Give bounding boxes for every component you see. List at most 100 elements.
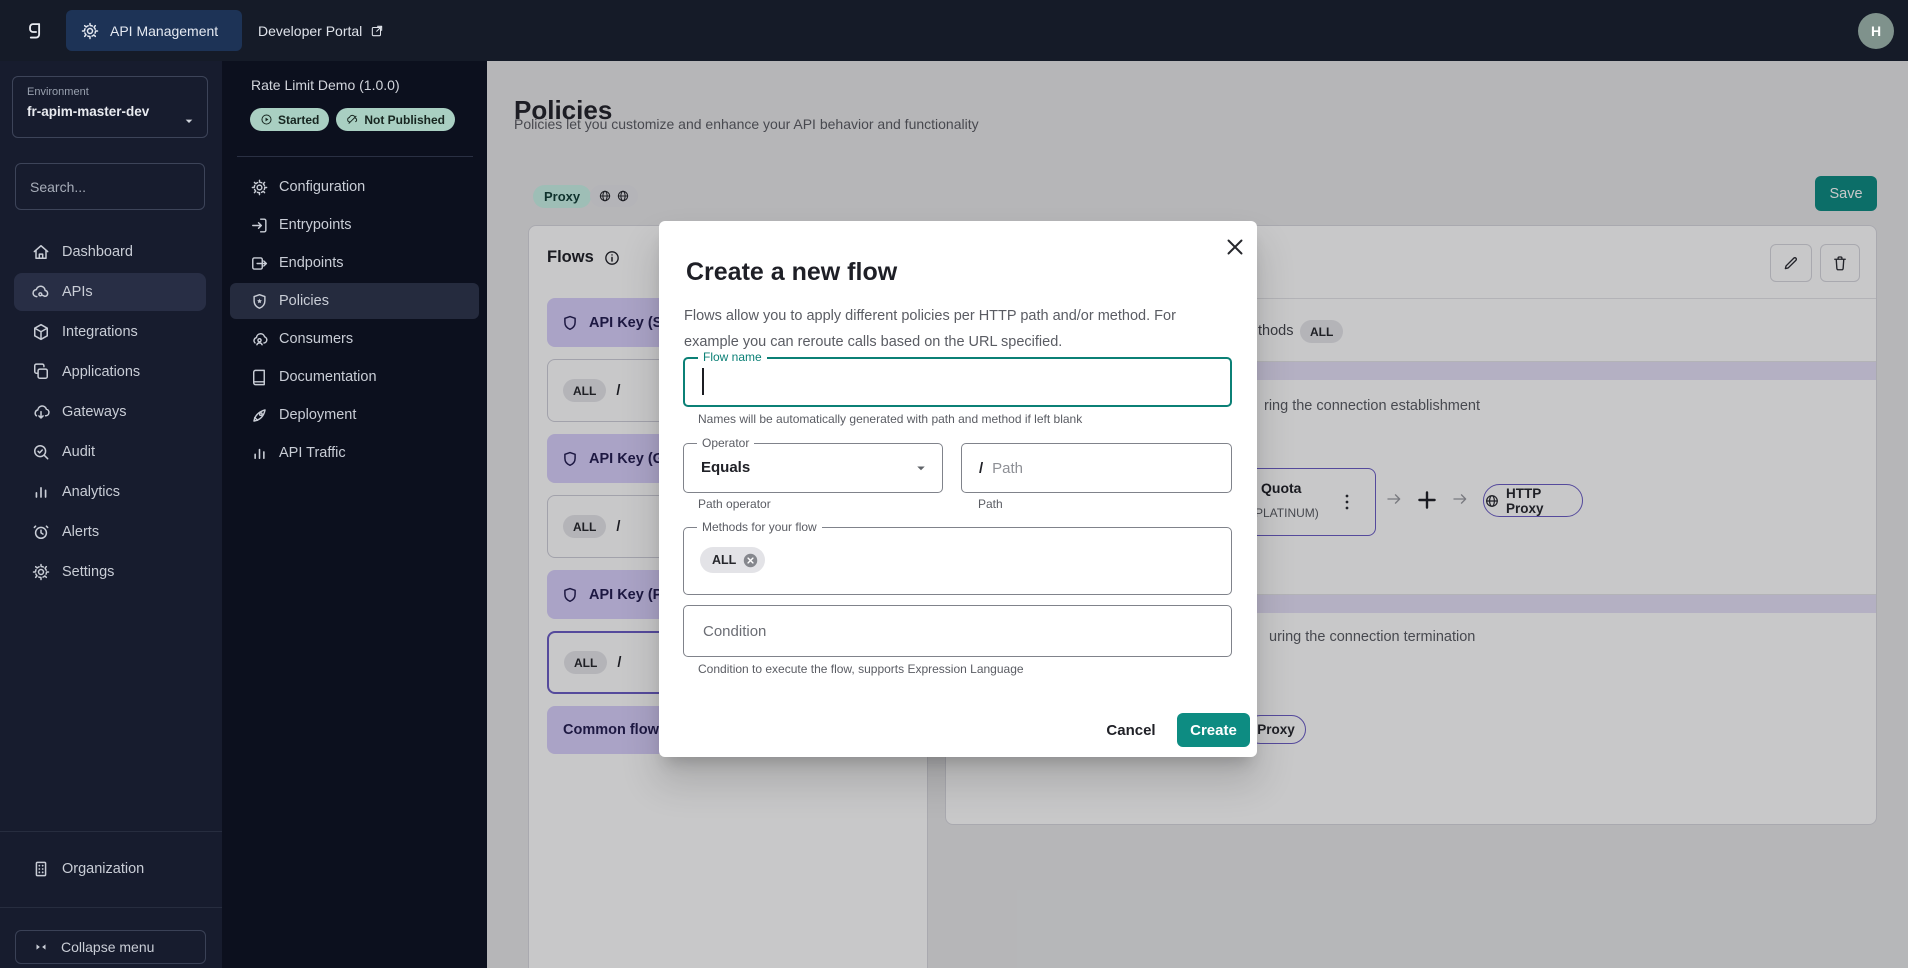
nav-label: Settings <box>62 564 114 580</box>
sb-item-analytics[interactable]: Analytics <box>0 472 222 512</box>
chevron-down-icon <box>181 113 197 129</box>
cloudoff-icon <box>346 113 359 126</box>
sb-item-integrations[interactable]: Integrations <box>0 312 222 352</box>
sb-item-audit[interactable]: Audit <box>0 432 222 472</box>
path-input[interactable] <box>990 459 1180 478</box>
flow-name-label: Flow name <box>698 350 767 364</box>
create-button[interactable]: Create <box>1177 713 1250 747</box>
sb-item-gateways[interactable]: Gateways <box>0 392 222 432</box>
api-nav: Configuration Entrypoints Endpoints Policie… <box>222 168 487 472</box>
bars-icon <box>31 482 51 502</box>
chevron-down-icon <box>912 459 930 477</box>
sb-item-dashboard[interactable]: Dashboard <box>0 232 222 272</box>
api-status-badges: Started Not Published <box>250 108 455 131</box>
nav-label: Integrations <box>62 324 138 340</box>
gateway-icon <box>31 402 51 422</box>
method-chip: ALL <box>700 547 765 573</box>
api-item-policies[interactable]: Policies <box>222 282 487 320</box>
environment-select[interactable]: Environment fr-apim-master-dev <box>12 76 208 138</box>
audit-icon <box>31 442 51 462</box>
alarm-icon <box>31 522 51 542</box>
path-helper: Path <box>978 497 1003 511</box>
shield-icon <box>250 292 269 311</box>
gear-icon <box>250 178 269 197</box>
app-window: API Management Developer Portal H Enviro… <box>0 0 1908 968</box>
methods-field[interactable]: Methods for your flow ALL <box>683 527 1232 595</box>
nav-label: Endpoints <box>279 255 344 271</box>
operator-label: Operator <box>697 436 754 450</box>
avatar[interactable]: H <box>1858 13 1894 49</box>
sb-item-applications[interactable]: Applications <box>0 352 222 392</box>
nav-label: APIs <box>62 284 93 300</box>
nav-label: Gateways <box>62 404 126 420</box>
sidebar-search <box>15 163 205 210</box>
nav-label: Policies <box>279 293 329 309</box>
gear-icon <box>80 21 100 41</box>
rocket-icon <box>250 406 269 425</box>
collapse-menu-button[interactable]: Collapse menu <box>15 930 206 964</box>
notifications-bell-icon[interactable] <box>1817 20 1838 41</box>
divider <box>0 907 222 908</box>
api-item-endpoints[interactable]: Endpoints <box>222 244 487 282</box>
home-icon <box>31 242 51 262</box>
nav-label: Alerts <box>62 524 99 540</box>
condition-field <box>683 605 1232 657</box>
tab-developer-portal[interactable]: Developer Portal <box>258 0 384 61</box>
nav-label: Applications <box>62 364 140 380</box>
nav-label: Audit <box>62 444 95 460</box>
sb-item-alerts[interactable]: Alerts <box>0 512 222 552</box>
gravitee-logo-icon[interactable] <box>16 12 54 50</box>
external-link-icon <box>370 24 384 38</box>
sb-item-apis[interactable]: APIs <box>0 272 222 312</box>
api-item-entrypoints[interactable]: Entrypoints <box>222 206 487 244</box>
status-badge-not-published: Not Published <box>336 108 455 131</box>
api-item-deployment[interactable]: Deployment <box>222 396 487 434</box>
building-icon <box>31 859 51 879</box>
nav-label: Entrypoints <box>279 217 352 233</box>
api-title: Rate Limit Demo (1.0.0) <box>251 77 400 93</box>
gear-icon <box>31 562 51 582</box>
search-input[interactable] <box>28 178 213 196</box>
environment-value: fr-apim-master-dev <box>27 104 193 119</box>
divider <box>0 831 222 832</box>
operator-select[interactable]: Operator Equals <box>683 443 943 493</box>
cube-icon <box>31 322 51 342</box>
cancel-button[interactable]: Cancel <box>1096 713 1166 747</box>
book-icon <box>250 368 269 387</box>
sidebar-nav: Dashboard APIs Integrations Applications Gat… <box>0 232 222 592</box>
nav-label: Configuration <box>279 179 365 195</box>
main-sidebar: Environment fr-apim-master-dev Dashboard… <box>0 61 222 968</box>
nav-label: Deployment <box>279 407 356 423</box>
collapse-icon <box>32 938 50 956</box>
sidebar-footer-nav: Organization <box>0 849 222 889</box>
apps-icon <box>31 362 51 382</box>
flow-name-field: Flow name <box>683 357 1232 407</box>
flow-name-input[interactable] <box>701 367 1211 397</box>
condition-input[interactable] <box>701 617 1211 645</box>
api-item-configuration[interactable]: Configuration <box>222 168 487 206</box>
product-label: Developer Portal <box>258 23 362 39</box>
nav-label: API Traffic <box>279 445 346 461</box>
playc-icon <box>260 113 273 126</box>
api-item-api-traffic[interactable]: API Traffic <box>222 434 487 472</box>
tab-api-management[interactable]: API Management <box>66 10 242 51</box>
path-field: / <box>961 443 1232 493</box>
condition-helper: Condition to execute the flow, supports … <box>698 662 1024 676</box>
dialog-title: Create a new flow <box>686 258 897 287</box>
close-icon[interactable] <box>1222 234 1248 260</box>
sb-item-settings[interactable]: Settings <box>0 552 222 592</box>
consumers-icon <box>250 330 269 349</box>
divider <box>237 156 473 157</box>
bars-icon <box>250 444 269 463</box>
remove-method-icon[interactable] <box>742 552 759 569</box>
dialog-description: Flows allow you to apply different polic… <box>684 303 1214 355</box>
badge-label: Not Published <box>364 113 445 127</box>
method-chip-label: ALL <box>712 553 736 567</box>
nav-label: Consumers <box>279 331 353 347</box>
nav-label: Analytics <box>62 484 120 500</box>
text-caret <box>702 368 704 395</box>
badge-label: Started <box>278 113 319 127</box>
api-item-documentation[interactable]: Documentation <box>222 358 487 396</box>
api-item-consumers[interactable]: Consumers <box>222 320 487 358</box>
sb-item-organization[interactable]: Organization <box>0 849 222 889</box>
